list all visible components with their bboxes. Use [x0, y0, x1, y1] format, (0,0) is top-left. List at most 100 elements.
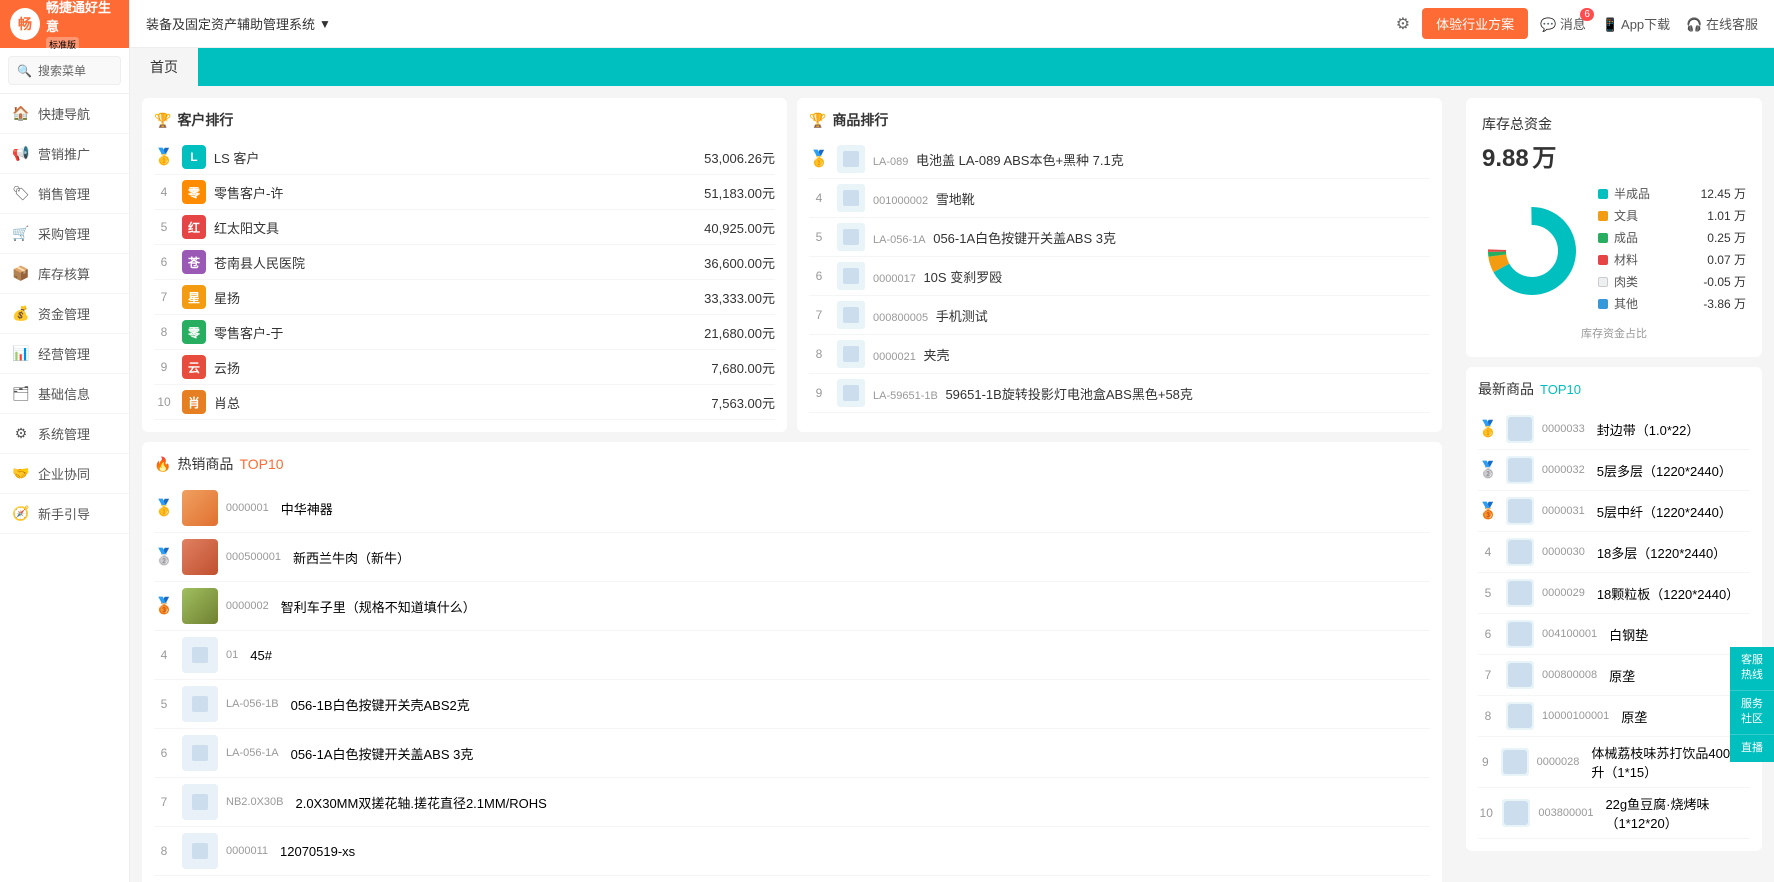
sidebar-item-guide[interactable]: 🧭 新手引导 [0, 494, 129, 534]
list-item: 6 004100001 白钢垫 [1478, 614, 1750, 655]
inventory-chart-area: 半成品 12.45 万 文具 1.01 万 成品 0.25 万 [1482, 185, 1746, 317]
message-count-badge: 6 [1580, 8, 1594, 21]
product-medal-1: 🥇 [809, 149, 829, 169]
sidebar-item-system[interactable]: ⚙ 系统管理 [0, 414, 129, 454]
hot-product-img-7 [182, 784, 218, 820]
message-button[interactable]: 💬 消息 6 [1540, 14, 1586, 33]
nav-icon-basic: 🗂 [12, 385, 30, 403]
main-content: 🏆 客户排行 🥇 L LS 客户 53,006.26元 4 零 [130, 86, 1454, 882]
app-download-button[interactable]: 📱 App下载 [1602, 14, 1670, 33]
list-item: 7 000800008 原垄 [1478, 655, 1750, 696]
sidebar-item-operations[interactable]: 📊 经营管理 [0, 334, 129, 374]
new-products-title: 最新商品 TOP10 [1478, 379, 1750, 399]
customer-badge-2: 零 [182, 180, 206, 204]
legend-dot-semifinished [1598, 189, 1608, 199]
flame-icon: 🔥 [154, 456, 171, 473]
table-row: 🥇 L LS 客户 53,006.26元 [154, 140, 775, 175]
system-title-dropdown[interactable]: 装备及固定资产辅助管理系统 ▼ [146, 14, 331, 33]
new-products-card: 最新商品 TOP10 🥇 0000033 封边带（1.0*22） 🥈 [1466, 367, 1762, 851]
new-product-img-7 [1506, 661, 1534, 689]
list-item: 4 01 45# [154, 631, 1430, 680]
customer-ranking-title: 🏆 客户排行 [154, 110, 775, 130]
table-row: 10 肖 肖总 7,563.00元 [154, 385, 775, 420]
search-menu-button[interactable]: 🔍 搜索菜单 [8, 56, 121, 85]
hot-product-img-6 [182, 735, 218, 771]
list-item: 10 003800001 22g鱼豆腐·烧烤味（1*12*20） [1478, 788, 1750, 839]
table-row: 5 红 红太阳文具 40,925.00元 [154, 210, 775, 245]
inventory-card: 库存总资金 9.88 万 [1466, 98, 1762, 357]
tab-home[interactable]: 首页 [130, 48, 198, 86]
search-icon: 🔍 [17, 64, 32, 78]
table-row: 9 云 云扬 7,680.00元 [154, 350, 775, 385]
list-item: 🥉 0000031 5层中纤（1220*2440） [1478, 491, 1750, 532]
nav-icon-sales: 🏷 [12, 185, 30, 203]
sidebar-item-marketing[interactable]: 📢 营销推广 [0, 134, 129, 174]
tab-bar: 首页 [130, 48, 1774, 86]
headset-icon: 🎧 [1686, 17, 1702, 32]
legend-dot-finished [1598, 233, 1608, 243]
legend-item-material: 材料 0.07 万 [1598, 251, 1746, 268]
product-img-3 [837, 223, 865, 251]
product-ranking-card: 🏆 商品排行 🥇 LA-089 电池盖 LA-089 ABS本色+黑种 7.1克 [797, 98, 1442, 432]
table-row: 7 星 星扬 33,333.00元 [154, 280, 775, 315]
list-item: 🥈 000500001 新西兰牛肉（新牛） [154, 533, 1430, 582]
table-row: 6 苍 苍南县人民医院 36,600.00元 [154, 245, 775, 280]
product-ranking-title: 🏆 商品排行 [809, 110, 1430, 130]
new-product-img-9 [1501, 748, 1529, 776]
nav-icon-purchase: 🛒 [12, 225, 30, 243]
table-row: 4 零 零售客户-许 51,183.00元 [154, 175, 775, 210]
hot-product-img-3 [182, 588, 218, 624]
new-product-medal-3: 🥉 [1478, 501, 1498, 521]
nav-icon-enterprise: 🤝 [12, 465, 30, 483]
legend-item-other: 其他 -3.86 万 [1598, 295, 1746, 312]
list-item: 5 0000029 18颗粒板（1220*2440） [1478, 573, 1750, 614]
nav-icon-inventory: 📦 [12, 265, 30, 283]
new-product-img-1 [1506, 415, 1534, 443]
product-img-5 [837, 301, 865, 329]
sidebar-item-purchase[interactable]: 🛒 采购管理 [0, 214, 129, 254]
product-img-1 [837, 145, 865, 173]
list-item: 5 LA-056-1B 056-1B白色按键开关壳ABS2克 [154, 680, 1430, 729]
hot-medal-3: 🥉 [154, 596, 174, 616]
online-service-button[interactable]: 🎧 在线客服 [1686, 14, 1758, 33]
hot-product-img-8 [182, 833, 218, 869]
sidebar-search-area: 🔍 搜索菜单 [0, 48, 129, 94]
product-img-4 [837, 262, 865, 290]
table-row: 4 001000002 雪地靴 [809, 179, 1430, 218]
new-product-img-8 [1506, 702, 1534, 730]
product-ranking-table: 🥇 LA-089 电池盖 LA-089 ABS本色+黑种 7.1克 4 [809, 140, 1430, 413]
sidebar-item-enterprise[interactable]: 🤝 企业协同 [0, 454, 129, 494]
trophy-icon: 🏆 [154, 112, 171, 129]
customer-ranking-card: 🏆 客户排行 🥇 L LS 客户 53,006.26元 4 零 [142, 98, 787, 432]
legend-dot-material [1598, 255, 1608, 265]
sidebar-item-sales[interactable]: 🏷 销售管理 [0, 174, 129, 214]
sidebar-item-finance[interactable]: 💰 资金管理 [0, 294, 129, 334]
message-icon: 💬 [1540, 17, 1556, 32]
legend-dot-stationery [1598, 211, 1608, 221]
inventory-title: 库存总资金 [1482, 114, 1746, 134]
sidebar-item-inventory[interactable]: 📦 库存核算 [0, 254, 129, 294]
list-item: 🥉 0000002 智利车子里（规格不知道填什么） [154, 582, 1430, 631]
settings-button[interactable]: ⚙ [1396, 14, 1410, 34]
float-buttons: 客服 热线 服务 社区 直播 [1730, 647, 1774, 762]
customer-ranking-table: 🥇 L LS 客户 53,006.26元 4 零 零售客户-许 51,183.0… [154, 140, 775, 420]
right-panel: 库存总资金 9.88 万 [1454, 86, 1774, 882]
customer-badge-5: 星 [182, 285, 206, 309]
try-plan-button[interactable]: 体验行业方案 [1422, 8, 1528, 39]
customer-badge-8: 肖 [182, 390, 206, 414]
table-row: 🥇 LA-089 电池盖 LA-089 ABS本色+黑种 7.1克 [809, 140, 1430, 179]
header-title: 装备及固定资产辅助管理系统 ▼ [146, 14, 1384, 33]
inventory-legend: 半成品 12.45 万 文具 1.01 万 成品 0.25 万 [1598, 185, 1746, 317]
hot-products-title: 🔥 热销商品 TOP10 [154, 454, 1430, 474]
float-btn-community[interactable]: 服务 社区 [1730, 691, 1774, 735]
nav-icon-guide: 🧭 [12, 505, 30, 523]
sidebar-item-shortcut[interactable]: 🏠 快捷导航 [0, 94, 129, 134]
product-img-2 [837, 184, 865, 212]
new-product-img-2 [1506, 456, 1534, 484]
inventory-total: 9.88 万 [1482, 138, 1746, 173]
sidebar-item-basic[interactable]: 🗂 基础信息 [0, 374, 129, 414]
float-btn-hotline[interactable]: 客服 热线 [1730, 647, 1774, 691]
float-btn-live[interactable]: 直播 [1730, 735, 1774, 762]
new-product-img-10 [1502, 799, 1530, 827]
inventory-chart-label: 库存资金占比 [1482, 325, 1746, 341]
